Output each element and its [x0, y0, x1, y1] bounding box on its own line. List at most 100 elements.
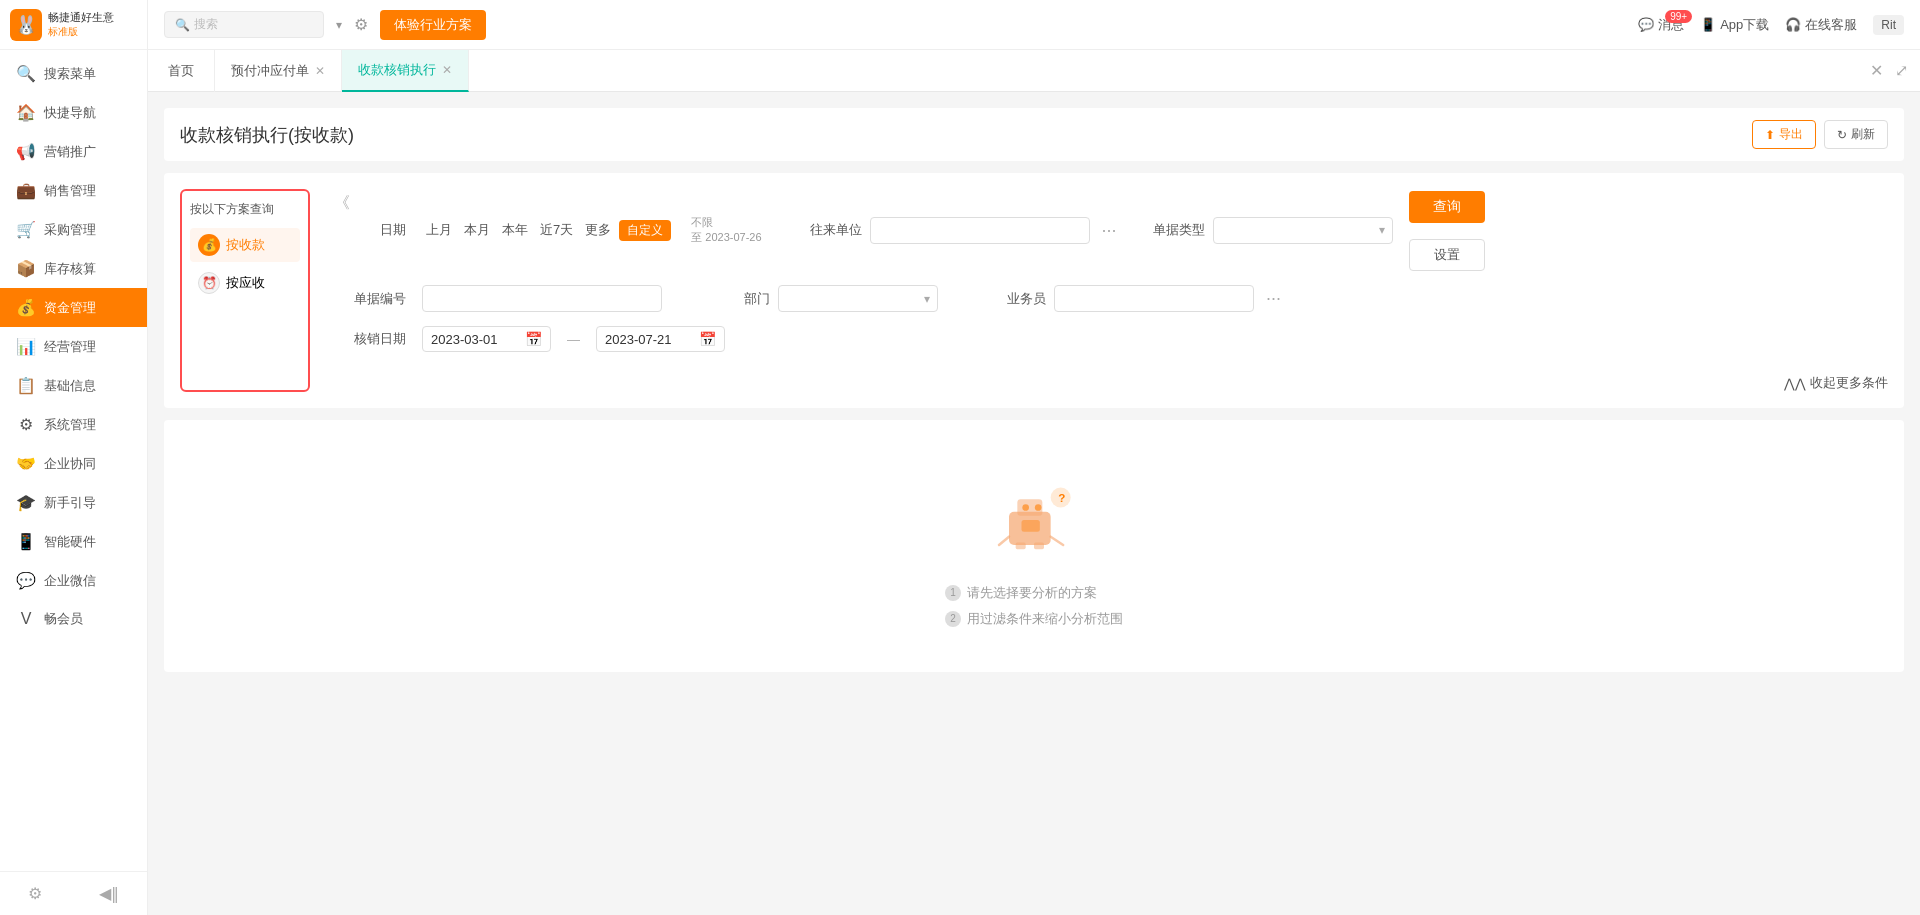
sidebar-item-system[interactable]: ⚙系统管理	[0, 405, 147, 444]
date-tab-custom[interactable]: 自定义	[619, 220, 671, 241]
filter-option-by-receivable[interactable]: ⏰ 按应收	[190, 266, 300, 300]
date-range-dash: —	[567, 332, 580, 347]
staff-input[interactable]	[1054, 285, 1254, 312]
counterparty-input[interactable]	[870, 217, 1090, 244]
tab-1[interactable]: 预付冲应付单✕	[215, 50, 342, 92]
svg-line-5	[999, 537, 1009, 545]
settings-icon[interactable]: ⚙	[354, 15, 368, 34]
dept-select-wrapper: ▾	[778, 285, 938, 312]
doc-number-input[interactable]	[422, 285, 662, 312]
industry-solution-btn[interactable]: 体验行业方案	[380, 10, 486, 40]
tab-actions: ✕ ⤢	[1866, 57, 1920, 84]
close-tab-btn[interactable]: ✕	[1866, 57, 1887, 84]
sidebar-item-marketing[interactable]: 📢营销推广	[0, 132, 147, 171]
verify-end-input[interactable]	[605, 332, 695, 347]
system-icon: ⚙	[16, 415, 36, 434]
search-box[interactable]: 🔍 搜索	[164, 11, 324, 38]
sidebar-item-sales[interactable]: 💼销售管理	[0, 171, 147, 210]
filter-sidebar: 按以下方案查询 💰 按收款 ⏰ 按应收	[180, 189, 310, 392]
export-btn[interactable]: ⬆ 导出	[1752, 120, 1816, 149]
app-download-btn[interactable]: 📱 App下载	[1700, 16, 1769, 34]
verify-start-cal-icon[interactable]: 📅	[525, 331, 542, 347]
topbar: 🔍 搜索 ▾ ⚙ 体验行业方案 💬 消息 99+ 📱 App下载 🎧 在线客服 …	[148, 0, 1920, 50]
date-tab-7days[interactable]: 近7天	[536, 219, 577, 241]
marketing-icon: 📢	[16, 142, 36, 161]
receipt-icon: 💰	[198, 234, 220, 256]
logo-area: 🐰 畅捷通好生意 标准版	[0, 0, 147, 50]
empty-tips: 1 请先选择要分析的方案 2 用过滤条件来缩小分析范围	[945, 580, 1123, 632]
counterparty-label: 往来单位	[810, 221, 862, 239]
sidebar-item-newbie[interactable]: 🎓新手引导	[0, 483, 147, 522]
sidebar-item-hardware[interactable]: 📱智能硬件	[0, 522, 147, 561]
refresh-btn[interactable]: ↻ 刷新	[1824, 120, 1888, 149]
dept-label: 部门	[718, 290, 770, 308]
app-icon: 📱	[1700, 17, 1716, 32]
expand-tab-btn[interactable]: ⤢	[1891, 57, 1912, 84]
doc-type-select-wrapper: ▾	[1213, 217, 1393, 244]
service-icon: 🎧	[1785, 17, 1801, 32]
date-to: 至 2023-07-26	[691, 230, 761, 245]
settings-bottom-icon[interactable]: ⚙	[20, 880, 50, 907]
refresh-icon: ↻	[1837, 128, 1847, 142]
sidebar-item-purchase[interactable]: 🛒采购管理	[0, 210, 147, 249]
verify-end-cal-icon[interactable]: 📅	[699, 331, 716, 347]
collapse-icon: ⋀⋀	[1784, 376, 1806, 391]
collapse-sidebar-btn[interactable]: ◀‖	[91, 880, 127, 907]
date-tab-last-month[interactable]: 上月	[422, 219, 456, 241]
settings-btn[interactable]: 设置	[1409, 239, 1485, 271]
sidebar-item-operations[interactable]: 📊经营管理	[0, 327, 147, 366]
sidebar-item-basic[interactable]: 📋基础信息	[0, 366, 147, 405]
newbie-icon: 🎓	[16, 493, 36, 512]
tab-2[interactable]: 收款核销执行✕	[342, 50, 469, 92]
sales-icon: 💼	[16, 181, 36, 200]
verify-start-input[interactable]	[431, 332, 521, 347]
filter-row-1: 日期 上月 本月 本年 近7天 更多 自定义 不限 至 2023-07-26	[354, 189, 1888, 271]
svg-text:?: ?	[1058, 491, 1065, 504]
tab-close-2[interactable]: ✕	[442, 63, 452, 77]
tab-0[interactable]: 首页	[148, 50, 215, 92]
topbar-right: 💬 消息 99+ 📱 App下载 🎧 在线客服 Rit	[1638, 15, 1904, 35]
collapse-filter-btn[interactable]: 《	[330, 193, 354, 214]
empty-tip-2: 2 用过滤条件来缩小分析范围	[945, 606, 1123, 632]
doc-type-select[interactable]	[1213, 217, 1393, 244]
page-actions: ⬆ 导出 ↻ 刷新	[1752, 120, 1888, 149]
filter-form: 日期 上月 本月 本年 近7天 更多 自定义 不限 至 2023-07-26	[354, 189, 1888, 392]
page-title: 收款核销执行(按收款)	[180, 123, 354, 147]
svg-rect-4	[1022, 520, 1040, 532]
search-dropdown-arrow[interactable]: ▾	[336, 18, 342, 32]
filter-sidebar-title: 按以下方案查询	[190, 201, 300, 218]
tab-close-1[interactable]: ✕	[315, 64, 325, 78]
staff-dots-btn[interactable]: ···	[1262, 288, 1285, 309]
wechat-icon: 💬	[16, 571, 36, 590]
purchase-icon: 🛒	[16, 220, 36, 239]
sidebar-item-enterprise[interactable]: 🤝企业协同	[0, 444, 147, 483]
app-name: 畅捷通好生意	[48, 10, 114, 24]
filter-option-by-receipt[interactable]: 💰 按收款	[190, 228, 300, 262]
staff-label: 业务员	[994, 290, 1046, 308]
date-tab-more[interactable]: 更多	[581, 219, 615, 241]
more-conditions-btn[interactable]: ⋀⋀ 收起更多条件	[1784, 374, 1888, 392]
empty-tip-1: 1 请先选择要分析的方案	[945, 580, 1123, 606]
user-avatar[interactable]: Rit	[1873, 15, 1904, 35]
svg-point-3	[1035, 504, 1042, 511]
filter-row-3: 核销日期 📅 — 📅	[354, 326, 1888, 352]
app-edition: 标准版	[48, 25, 114, 39]
main-area: 🔍 搜索 ▾ ⚙ 体验行业方案 💬 消息 99+ 📱 App下载 🎧 在线客服 …	[148, 0, 1920, 915]
tabbar: 首页预付冲应付单✕收款核销执行✕ ✕ ⤢	[148, 50, 1920, 92]
search-icon: 🔍	[16, 64, 36, 83]
verify-start-wrapper: 📅	[422, 326, 551, 352]
message-btn[interactable]: 💬 消息 99+	[1638, 16, 1684, 34]
sidebar-item-finance[interactable]: 💰资金管理	[0, 288, 147, 327]
date-label: 日期	[354, 221, 406, 239]
date-tab-this-month[interactable]: 本月	[460, 219, 494, 241]
dept-select[interactable]	[778, 285, 938, 312]
sidebar-item-search[interactable]: 🔍搜索菜单	[0, 54, 147, 93]
sidebar-item-quick[interactable]: 🏠快捷导航	[0, 93, 147, 132]
sidebar-item-wechat[interactable]: 💬企业微信	[0, 561, 147, 600]
sidebar-item-inventory[interactable]: 📦库存核算	[0, 249, 147, 288]
date-tab-this-year[interactable]: 本年	[498, 219, 532, 241]
online-service-btn[interactable]: 🎧 在线客服	[1785, 16, 1857, 34]
counterparty-dots-btn[interactable]: ···	[1098, 220, 1121, 241]
sidebar-item-vip[interactable]: V畅会员	[0, 600, 147, 638]
query-btn[interactable]: 查询	[1409, 191, 1485, 223]
